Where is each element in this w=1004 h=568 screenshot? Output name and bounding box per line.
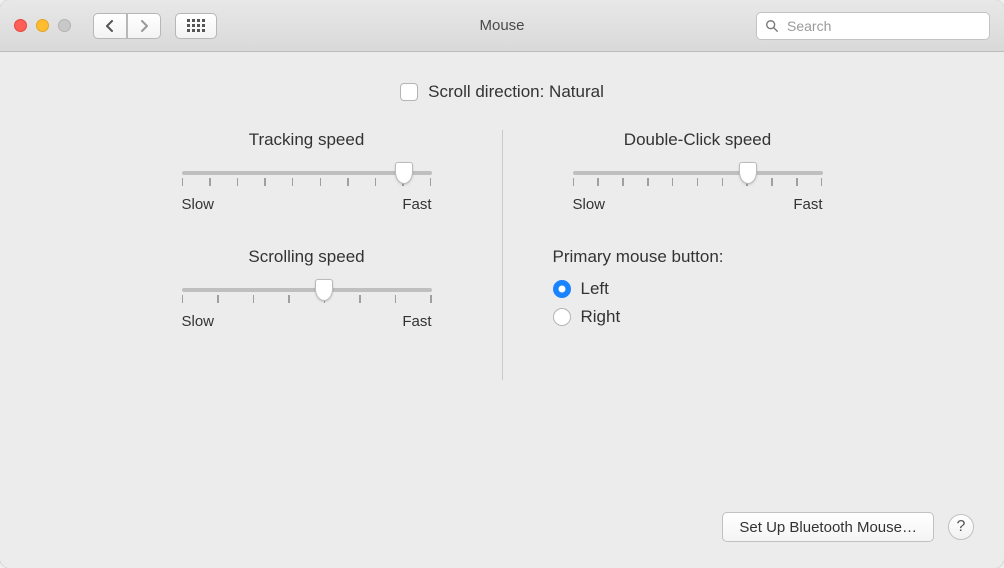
scrolling-speed-title: Scrolling speed bbox=[248, 247, 364, 267]
primary-left-row[interactable]: Left bbox=[553, 279, 724, 299]
scrolling-speed-slider[interactable]: Slow Fast bbox=[182, 281, 432, 330]
bottom-row: Set Up Bluetooth Mouse… ? bbox=[722, 512, 974, 542]
left-column: Tracking speed Slow Fast Scrolling speed bbox=[142, 130, 502, 380]
scroll-direction-row: Scroll direction: Natural bbox=[40, 82, 964, 102]
doubleclick-max-label: Fast bbox=[793, 196, 822, 213]
forward-button[interactable] bbox=[127, 13, 161, 39]
back-button[interactable] bbox=[93, 13, 127, 39]
setup-bluetooth-button[interactable]: Set Up Bluetooth Mouse… bbox=[722, 512, 934, 542]
show-all-button[interactable] bbox=[175, 13, 217, 39]
primary-mouse-button-block: Primary mouse button: Left Right bbox=[553, 247, 724, 335]
primary-left-radio[interactable] bbox=[553, 280, 571, 298]
right-column: Double-Click speed Slow Fast Primary mou… bbox=[503, 130, 863, 380]
columns: Tracking speed Slow Fast Scrolling speed bbox=[40, 130, 964, 380]
tracking-speed-slider[interactable]: Slow Fast bbox=[182, 164, 432, 213]
scrolling-max-label: Fast bbox=[402, 313, 431, 330]
search-input[interactable] bbox=[785, 17, 981, 35]
primary-right-radio[interactable] bbox=[553, 308, 571, 326]
tracking-max-label: Fast bbox=[402, 196, 431, 213]
primary-right-label: Right bbox=[581, 307, 621, 327]
nav-buttons bbox=[93, 13, 161, 39]
chevron-right-icon bbox=[139, 20, 149, 32]
primary-mouse-button-title: Primary mouse button: bbox=[553, 247, 724, 267]
chevron-left-icon bbox=[105, 20, 115, 32]
preferences-window: Mouse Scroll direction: Natural Tracking… bbox=[0, 0, 1004, 568]
tracking-min-label: Slow bbox=[182, 196, 215, 213]
doubleclick-speed-slider[interactable]: Slow Fast bbox=[573, 164, 823, 213]
zoom-button[interactable] bbox=[58, 19, 71, 32]
search-field[interactable] bbox=[756, 12, 990, 40]
traffic-lights bbox=[14, 19, 71, 32]
help-button[interactable]: ? bbox=[948, 514, 974, 540]
primary-right-row[interactable]: Right bbox=[553, 307, 724, 327]
search-icon bbox=[765, 19, 779, 33]
grid-icon bbox=[187, 19, 205, 32]
content: Scroll direction: Natural Tracking speed… bbox=[0, 52, 1004, 568]
minimize-button[interactable] bbox=[36, 19, 49, 32]
primary-left-label: Left bbox=[581, 279, 609, 299]
titlebar: Mouse bbox=[0, 0, 1004, 52]
doubleclick-min-label: Slow bbox=[573, 196, 606, 213]
close-button[interactable] bbox=[14, 19, 27, 32]
tracking-speed-title: Tracking speed bbox=[249, 130, 365, 150]
scroll-direction-checkbox[interactable] bbox=[400, 83, 418, 101]
scrolling-min-label: Slow bbox=[182, 313, 215, 330]
scroll-direction-label: Scroll direction: Natural bbox=[428, 82, 604, 102]
doubleclick-speed-title: Double-Click speed bbox=[624, 130, 771, 150]
